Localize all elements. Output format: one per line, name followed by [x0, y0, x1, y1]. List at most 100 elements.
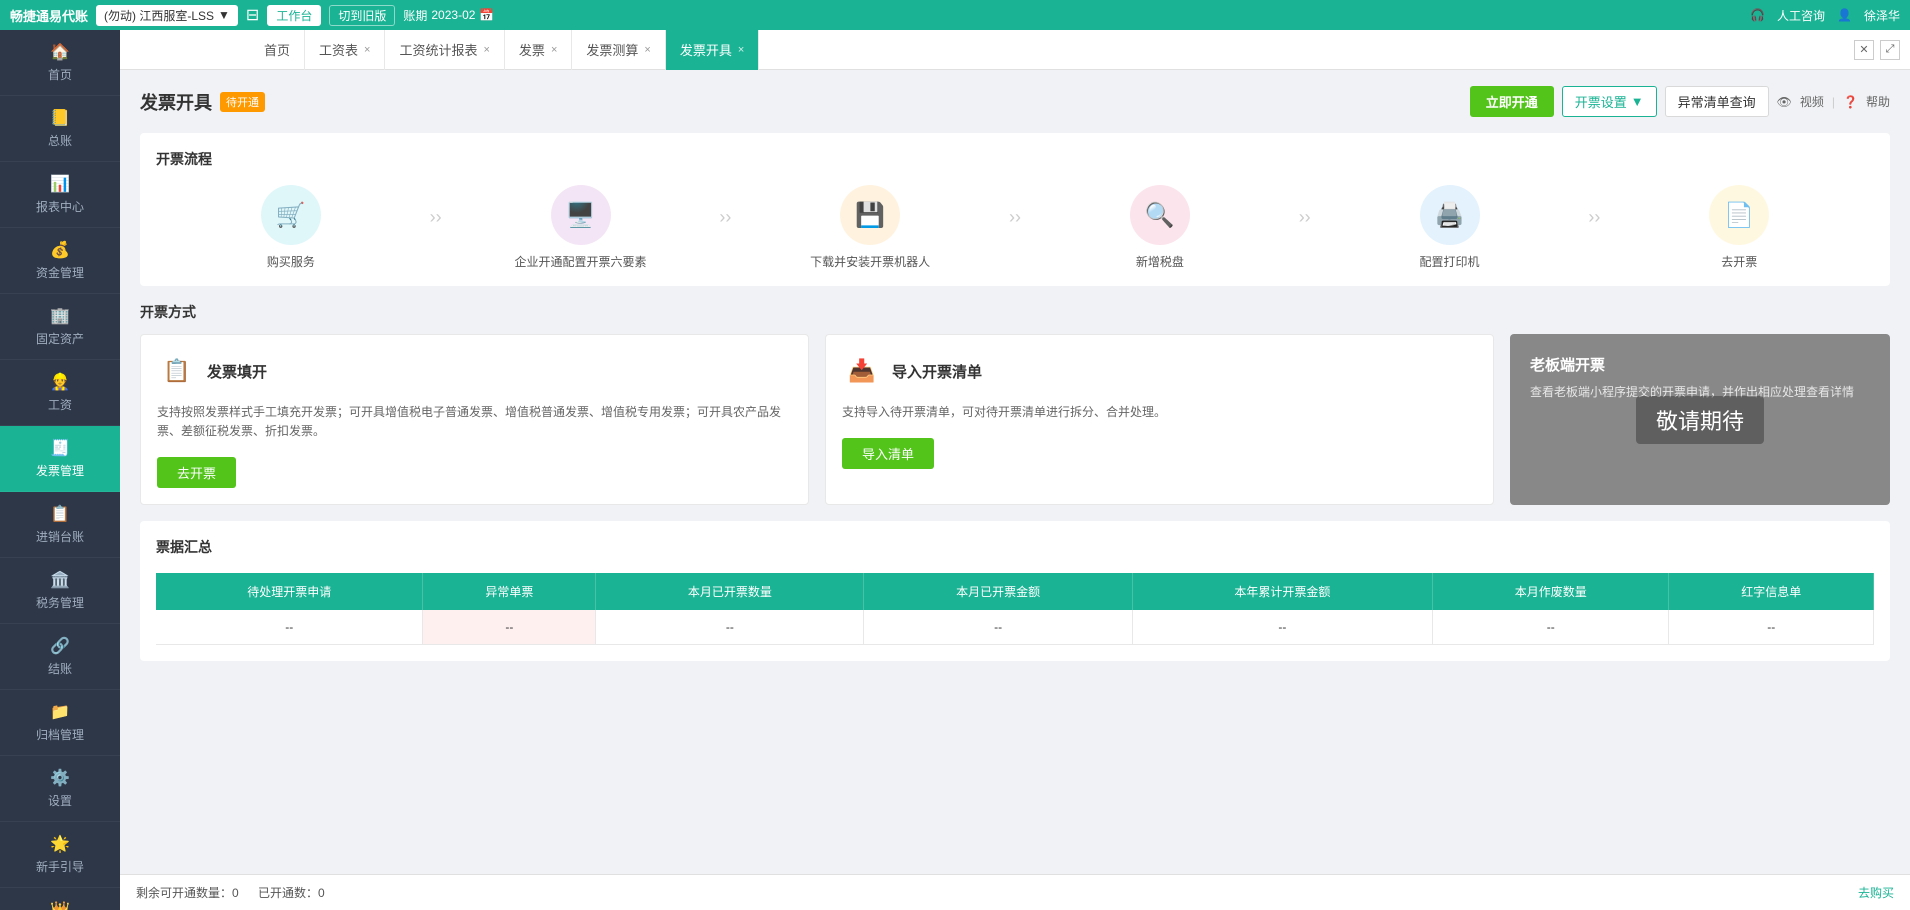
tab-salary-close[interactable]: ×: [364, 44, 370, 56]
workbench-button[interactable]: 工作台: [267, 5, 321, 26]
tab-invoice-issue[interactable]: 发票开具 ×: [666, 30, 759, 70]
buy-link[interactable]: 去购买: [1858, 884, 1894, 901]
sidebar-label-invoice: 发票管理: [36, 462, 84, 479]
top-bar-left: 畅捷通易代账 (勿动) 江西服室-LSS ▼ ⊟ 工作台 切到旧版 账期 202…: [10, 5, 494, 26]
top-bar-right: 🎧 人工咨询 👤 徐泽华: [1750, 7, 1900, 24]
company-selector[interactable]: (勿动) 江西服室-LSS ▼: [96, 5, 238, 26]
sidebar-item-close-account[interactable]: 🔗 结账: [0, 624, 120, 690]
archive-icon: 📁: [50, 702, 70, 722]
tab-invoice-calc[interactable]: 发票测算 ×: [572, 30, 665, 70]
support-label[interactable]: 人工咨询: [1777, 7, 1825, 24]
purchase-sales-icon: 📋: [50, 504, 70, 524]
content-inner: 发票开具 待开通 立即开通 开票设置 ▼ 异常清单查询 👁 视频: [120, 70, 1910, 693]
flow-section-title: 开票流程: [156, 149, 1874, 169]
import-list-button[interactable]: 导入清单: [842, 438, 934, 469]
copy-icon[interactable]: ⊟: [246, 5, 259, 25]
flow-step-issue: 📄 去开票: [1604, 185, 1874, 270]
view-label[interactable]: 视频: [1800, 93, 1824, 110]
sidebar-label-home: 首页: [48, 66, 72, 83]
sidebar-label-archive: 归档管理: [36, 726, 84, 743]
tab-invoice[interactable]: 发票 ×: [505, 30, 572, 70]
eye-icon: 👁: [1777, 95, 1792, 109]
flow-arrow-4: ››: [1299, 207, 1311, 228]
tab-salary[interactable]: 工资表 ×: [305, 30, 385, 70]
sidebar-item-ledger[interactable]: 📒 总账: [0, 96, 120, 162]
sidebar-label-purchase-sales: 进销台账: [36, 528, 84, 545]
tab-invoice-calc-label: 发票测算: [586, 40, 638, 59]
sidebar-item-assets[interactable]: 🏢 固定资产: [0, 294, 120, 360]
sidebar-item-invoice[interactable]: 🧾 发票管理: [0, 426, 120, 492]
manual-issue-button[interactable]: 去开票: [157, 457, 236, 488]
tab-invoice-label: 发票: [519, 40, 545, 59]
brand-name: 畅捷通易代账: [10, 6, 88, 25]
flow-arrow-5: ››: [1588, 207, 1600, 228]
flow-arrow-1: ››: [430, 207, 442, 228]
invoice-icon: 🧾: [50, 438, 70, 458]
tab-salary-report[interactable]: 工资统计报表 ×: [385, 30, 504, 70]
open-now-button[interactable]: 立即开通: [1470, 86, 1554, 117]
sidebar-item-funds[interactable]: 💰 资金管理: [0, 228, 120, 294]
sidebar-item-tax[interactable]: 🏛️ 税务管理: [0, 558, 120, 624]
import-icon: 📥: [842, 351, 882, 391]
manual-icon: 📋: [157, 351, 197, 391]
tab-invoice-issue-close[interactable]: ×: [738, 44, 744, 56]
sidebar-label-salary: 工资: [48, 396, 72, 413]
close-all-button[interactable]: ✕: [1854, 40, 1874, 60]
ledger-icon: 📒: [50, 108, 70, 128]
flow-section: 开票流程 🛒 购买服务 ›› 🖥️ 企业开通配置开票六要素 ››: [140, 133, 1890, 286]
tab-salary-report-close[interactable]: ×: [483, 44, 489, 56]
header-actions: 立即开通 开票设置 ▼ 异常清单查询 👁 视频 | ❓ 帮助: [1470, 86, 1890, 117]
switch-old-button[interactable]: 切到旧版: [329, 5, 395, 26]
method-import-desc: 支持导入待开票清单，可对待开票清单进行拆分、合并处理。: [842, 403, 1477, 422]
guide-icon: 🌟: [50, 834, 70, 854]
bottom-bar: 剩余可开通数量：0 已开通数：0 去购买: [120, 874, 1910, 910]
sidebar-item-vip[interactable]: 👑 畅会员: [0, 888, 120, 910]
summary-section: 票据汇总 待处理开票申请 异常单票 本月已开票数量 本月已开票金额 本年累计开票…: [140, 521, 1890, 661]
flow-step-config: 🖥️ 企业开通配置开票六要素: [446, 185, 716, 270]
config-icon: 🖥️: [551, 185, 611, 245]
opened-count: 已开通数：0: [258, 886, 325, 900]
dropdown-icon: ▼: [1631, 94, 1644, 109]
abnormal-query-button[interactable]: 异常清单查询: [1665, 86, 1769, 117]
flow-step-printer: 🖨️ 配置打印机: [1315, 185, 1585, 270]
tab-salary-report-label: 工资统计报表: [399, 40, 477, 59]
sidebar-label-settings: 设置: [48, 792, 72, 809]
vip-icon: 👑: [50, 900, 70, 910]
config-label: 企业开通配置开票六要素: [515, 253, 647, 270]
nav-tabs: 首页 工资表 × 工资统计报表 × 发票 × 发票测算 × 发票开具 ×: [120, 30, 1910, 70]
open-settings-button[interactable]: 开票设置 ▼: [1562, 86, 1657, 117]
sidebar-item-settings[interactable]: ⚙️ 设置: [0, 756, 120, 822]
tab-invoice-close[interactable]: ×: [551, 44, 557, 56]
flow-step-taxdisk: 🔍 新增税盘: [1025, 185, 1295, 270]
sidebar-label-reports: 报表中心: [36, 198, 84, 215]
flow-arrow-3: ››: [1009, 207, 1021, 228]
download-label: 下载并安装开票机器人: [810, 253, 930, 270]
printer-label: 配置打印机: [1420, 253, 1480, 270]
issue-icon: 📄: [1709, 185, 1769, 245]
summary-cell-2: --: [596, 610, 864, 645]
tab-invoice-calc-close[interactable]: ×: [644, 44, 650, 56]
username-label[interactable]: 徐泽华: [1864, 7, 1900, 24]
tax-icon: 🏛️: [50, 570, 70, 590]
sidebar-item-reports[interactable]: 📊 报表中心: [0, 162, 120, 228]
flow-arrow-2: ››: [719, 207, 731, 228]
sidebar-item-home[interactable]: 🏠 首页: [0, 30, 120, 96]
status-badge: 待开通: [220, 92, 265, 112]
taxdisk-icon: 🔍: [1130, 185, 1190, 245]
help-label[interactable]: 帮助: [1866, 93, 1890, 110]
bottom-info: 剩余可开通数量：0 已开通数：0: [136, 884, 325, 901]
sidebar-item-guide[interactable]: 🌟 新手引导: [0, 822, 120, 888]
summary-table: 待处理开票申请 异常单票 本月已开票数量 本月已开票金额 本年累计开票金额 本月…: [156, 573, 1874, 645]
flow-step-buy: 🛒 购买服务: [156, 185, 426, 270]
period-label: 账期: [403, 7, 427, 24]
col-header-4: 本年累计开票金额: [1132, 573, 1432, 610]
col-header-1: 异常单票: [423, 573, 596, 610]
tab-close-controls: ✕ ⤢: [1854, 40, 1910, 60]
sidebar-item-archive[interactable]: 📁 归档管理: [0, 690, 120, 756]
tab-home[interactable]: 首页: [250, 30, 305, 70]
sidebar-item-salary[interactable]: 👷 工资: [0, 360, 120, 426]
divider: |: [1832, 95, 1835, 109]
restore-button[interactable]: ⤢: [1880, 40, 1900, 60]
calendar-icon[interactable]: 📅: [479, 8, 494, 22]
sidebar-item-purchase-sales[interactable]: 📋 进销台账: [0, 492, 120, 558]
